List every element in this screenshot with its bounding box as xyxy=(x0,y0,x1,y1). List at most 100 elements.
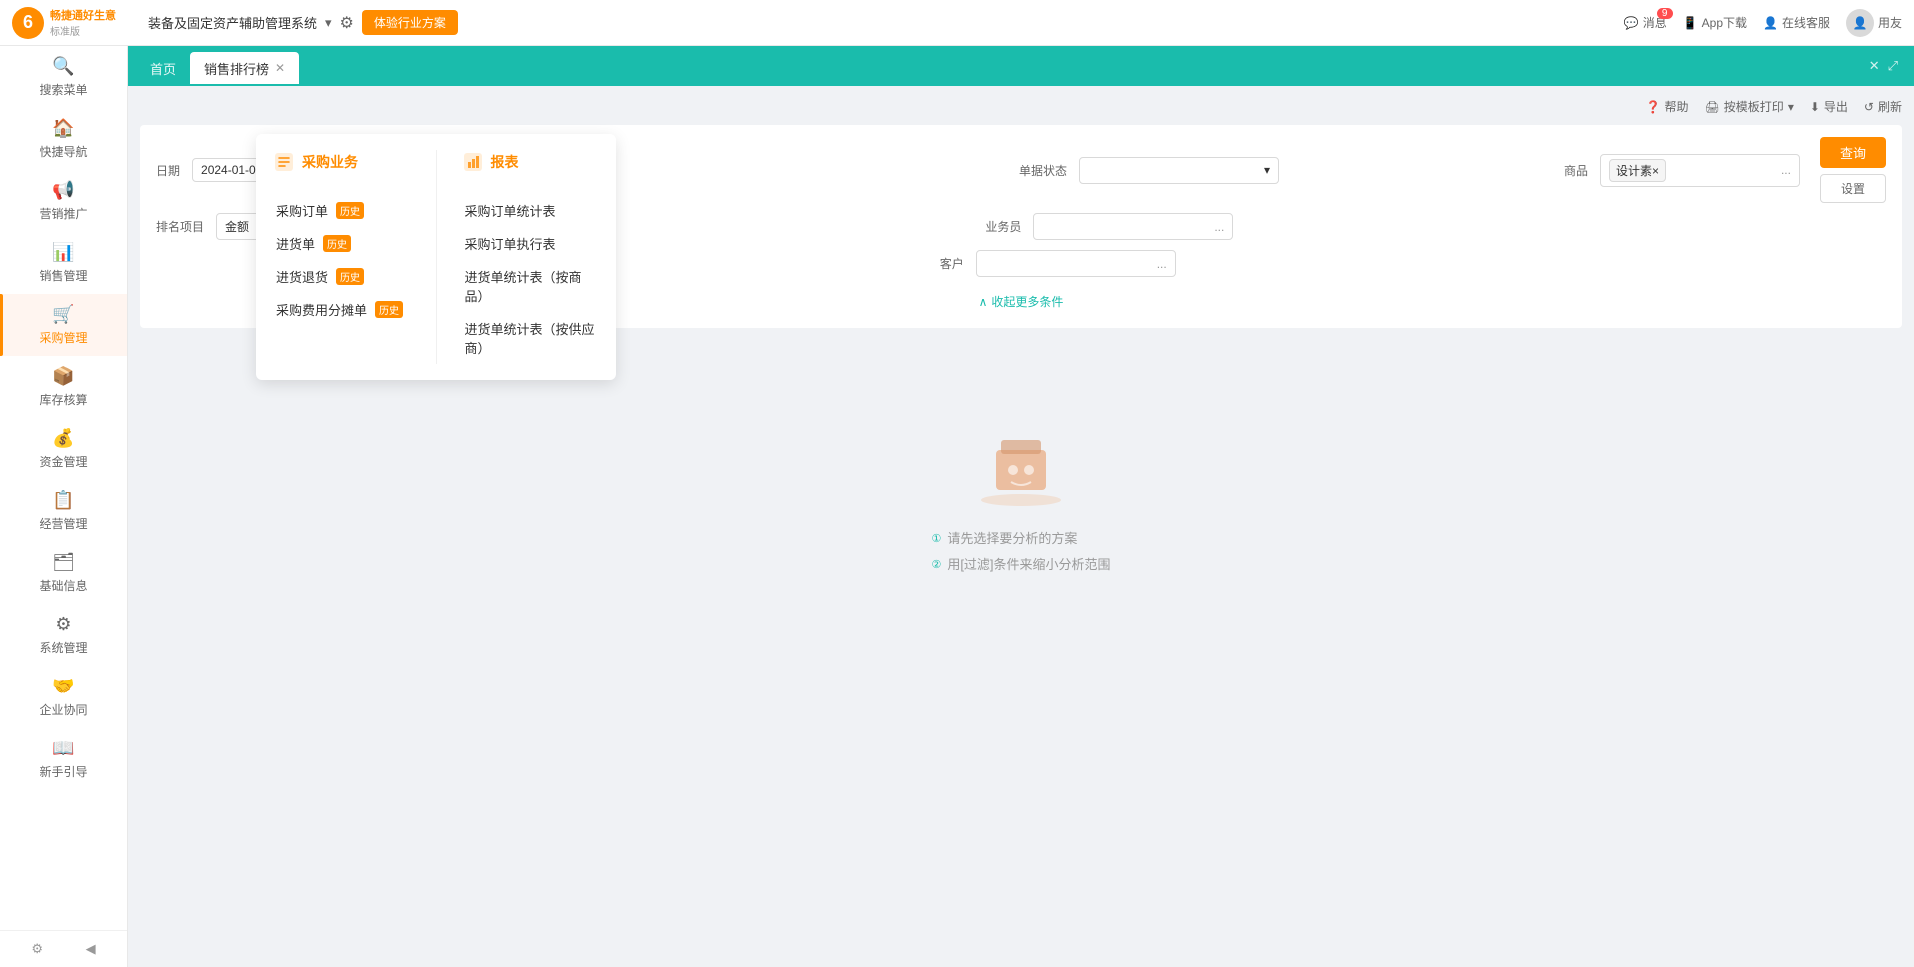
sidebar-item-quick[interactable]: 🏠 快捷导航 xyxy=(0,108,127,170)
sidebar-label-search: 搜索菜单 xyxy=(39,81,87,98)
tab-sales-rank-label: 销售排行榜 xyxy=(204,59,269,78)
settings-icon[interactable]: ⚙ xyxy=(340,13,354,33)
status-placeholder xyxy=(1088,162,1100,179)
refresh-label: 刷新 xyxy=(1878,98,1902,115)
query-button[interactable]: 查询 xyxy=(1820,137,1886,168)
message-button[interactable]: 💬 消息 9 xyxy=(1624,14,1667,31)
sidebar-label-basic: 基础信息 xyxy=(39,577,87,594)
user-avatar: 👤 xyxy=(1846,9,1874,37)
rank-label: 排名项目 xyxy=(156,218,204,235)
sidebar-bottom: ⚙ ◀ xyxy=(0,930,127,967)
export-button[interactable]: ⬇ 导出 xyxy=(1810,98,1848,115)
sales-icon: 📊 xyxy=(52,242,74,263)
menu-item-order-exec[interactable]: 采购订单执行表 xyxy=(461,227,601,260)
customer-select[interactable]: ... xyxy=(976,250,1176,277)
purchase-icon: 🛒 xyxy=(52,304,74,325)
tab-close-icon[interactable]: ✕ xyxy=(275,61,285,75)
status-label: 单据状态 xyxy=(1019,162,1067,179)
help-label: 帮助 xyxy=(1665,98,1689,115)
status-select[interactable]: ▾ xyxy=(1079,157,1279,184)
window-controls: ✕ ⤢ xyxy=(1869,58,1906,74)
goods-more: ... xyxy=(1781,163,1791,177)
basic-icon: 🗂 xyxy=(52,552,75,573)
logo-icon: 6 xyxy=(12,7,44,39)
history-badge-4: 历史 xyxy=(375,301,403,318)
salesman-select[interactable]: ... xyxy=(1033,213,1233,240)
menu-item-in-stats-supplier[interactable]: 进货单统计表（按供应商） xyxy=(461,312,601,364)
menu-item-purchase-order[interactable]: 采购订单 历史 xyxy=(272,194,412,227)
purchase-dropdown-menu: 采购业务 采购订单 历史 进货单 历史 进货退货 历史 xyxy=(256,134,616,380)
sidebar-label-cooperation: 企业协同 xyxy=(39,701,87,718)
menu-item-order-stats[interactable]: 采购订单统计表 xyxy=(461,194,601,227)
logo-line1: 畅捷通好生意 xyxy=(50,7,116,23)
goods-tag: 设计素× xyxy=(1609,159,1666,182)
menu-col-reports: 报表 采购订单统计表 采购订单执行表 进货单统计表（按商品） 进货单统计表（按供… xyxy=(461,150,601,364)
dropdown-arrow-icon[interactable]: ▾ xyxy=(325,15,332,31)
sidebar-item-system[interactable]: ⚙ 系统管理 xyxy=(0,604,127,666)
help-button[interactable]: ❓ 帮助 xyxy=(1646,98,1689,115)
menu-item-purchase-return[interactable]: 进货退货 历史 xyxy=(272,260,412,293)
sidebar-settings-icon[interactable]: ⚙ xyxy=(31,941,43,957)
menu-item-purchase-cost[interactable]: 采购费用分摊单 历史 xyxy=(272,293,412,326)
industry-button[interactable]: 体验行业方案 xyxy=(362,10,458,35)
window-maximize-icon[interactable]: ⤢ xyxy=(1888,58,1898,74)
sidebar-label-operation: 经营管理 xyxy=(39,515,87,532)
in-stats-goods-label: 进货单统计表（按商品） xyxy=(465,267,597,305)
sidebar-collapse-icon[interactable]: ◀ xyxy=(86,941,96,957)
sidebar-label-marketing: 营销推广 xyxy=(39,205,87,222)
empty-illustration xyxy=(971,420,1071,510)
sidebar-label-inventory: 库存核算 xyxy=(39,391,87,408)
marketing-icon: 📢 xyxy=(52,180,74,201)
salesman-label: 业务员 xyxy=(985,218,1021,235)
purchase-title-icon xyxy=(272,150,296,174)
refresh-button[interactable]: ↺ 刷新 xyxy=(1864,98,1902,115)
collapse-label: 收起更多条件 xyxy=(991,293,1063,310)
sidebar-item-basic[interactable]: 🗂 基础信息 xyxy=(0,542,127,604)
sidebar-item-marketing[interactable]: 📢 营销推广 xyxy=(0,170,127,232)
setting-button[interactable]: 设置 xyxy=(1820,174,1886,203)
purchase-return-label: 进货退货 xyxy=(276,267,328,286)
logo-text: 畅捷通好生意 标准版 xyxy=(50,7,116,38)
menu-item-purchase-in[interactable]: 进货单 历史 xyxy=(272,227,412,260)
user-menu-button[interactable]: 👤 用友 xyxy=(1846,9,1902,37)
top-bar: 6 畅捷通好生意 标准版 装备及固定资产辅助管理系统 ▾ ⚙ 体验行业方案 💬 … xyxy=(0,0,1914,46)
logo-area: 6 畅捷通好生意 标准版 xyxy=(12,7,140,39)
sidebar-item-finance[interactable]: 💰 资金管理 xyxy=(0,418,127,480)
app-download-button[interactable]: 📱 App下载 xyxy=(1683,14,1747,31)
message-badge: 9 xyxy=(1657,8,1673,19)
sidebar-item-cooperation[interactable]: 🤝 企业协同 xyxy=(0,666,127,728)
sidebar-label-guide: 新手引导 xyxy=(39,763,87,780)
sidebar-item-operation[interactable]: 📋 经营管理 xyxy=(0,480,127,542)
menu-item-in-stats-goods[interactable]: 进货单统计表（按商品） xyxy=(461,260,601,312)
sidebar-item-purchase[interactable]: 🛒 采购管理 xyxy=(0,294,127,356)
history-badge-1: 历史 xyxy=(336,202,364,219)
sidebar-label-quick: 快捷导航 xyxy=(39,143,87,160)
goods-label: 商品 xyxy=(1564,162,1588,179)
menu-col-reports-title: 报表 xyxy=(461,150,601,182)
customer-placeholder xyxy=(985,255,997,272)
goods-select[interactable]: 设计素× ... xyxy=(1600,154,1800,187)
empty-svg xyxy=(971,420,1071,510)
sidebar-item-search[interactable]: 🔍 搜索菜单 xyxy=(0,46,127,108)
online-service-button[interactable]: 👤 在线客服 xyxy=(1763,14,1830,31)
empty-tips: ① 请先选择要分析的方案 ② 用[过滤]条件来缩小分析范围 xyxy=(931,526,1110,578)
app-label: App下载 xyxy=(1702,14,1747,31)
order-stats-label: 采购订单统计表 xyxy=(465,201,556,220)
app-icon: 📱 xyxy=(1683,16,1698,30)
sidebar-item-sales[interactable]: 📊 销售管理 xyxy=(0,232,127,294)
sidebar: 🔍 搜索菜单 🏠 快捷导航 📢 营销推广 📊 销售管理 🛒 采购管理 � xyxy=(0,46,128,967)
menu-divider xyxy=(436,150,437,364)
sidebar-item-inventory[interactable]: 📦 库存核算 xyxy=(0,356,127,418)
empty-tip-1: ① 请先选择要分析的方案 xyxy=(931,526,1110,552)
window-close-icon[interactable]: ✕ xyxy=(1869,58,1880,74)
search-icon: 🔍 xyxy=(52,56,74,77)
message-icon: 💬 xyxy=(1624,16,1639,30)
date-label: 日期 xyxy=(156,162,180,179)
action-toolbar: ❓ 帮助 🖨 按模板打印 ▾ ⬇ 导出 ↺ 刷新 xyxy=(140,98,1902,115)
sidebar-item-guide[interactable]: 📖 新手引导 xyxy=(0,728,127,790)
order-exec-label: 采购订单执行表 xyxy=(465,234,556,253)
print-button[interactable]: 🖨 按模板打印 ▾ xyxy=(1705,98,1794,115)
tab-home[interactable]: 首页 xyxy=(136,52,190,84)
empty-tip-2: ② 用[过滤]条件来缩小分析范围 xyxy=(931,552,1110,578)
tab-sales-rank[interactable]: 销售排行榜 ✕ xyxy=(190,52,299,84)
